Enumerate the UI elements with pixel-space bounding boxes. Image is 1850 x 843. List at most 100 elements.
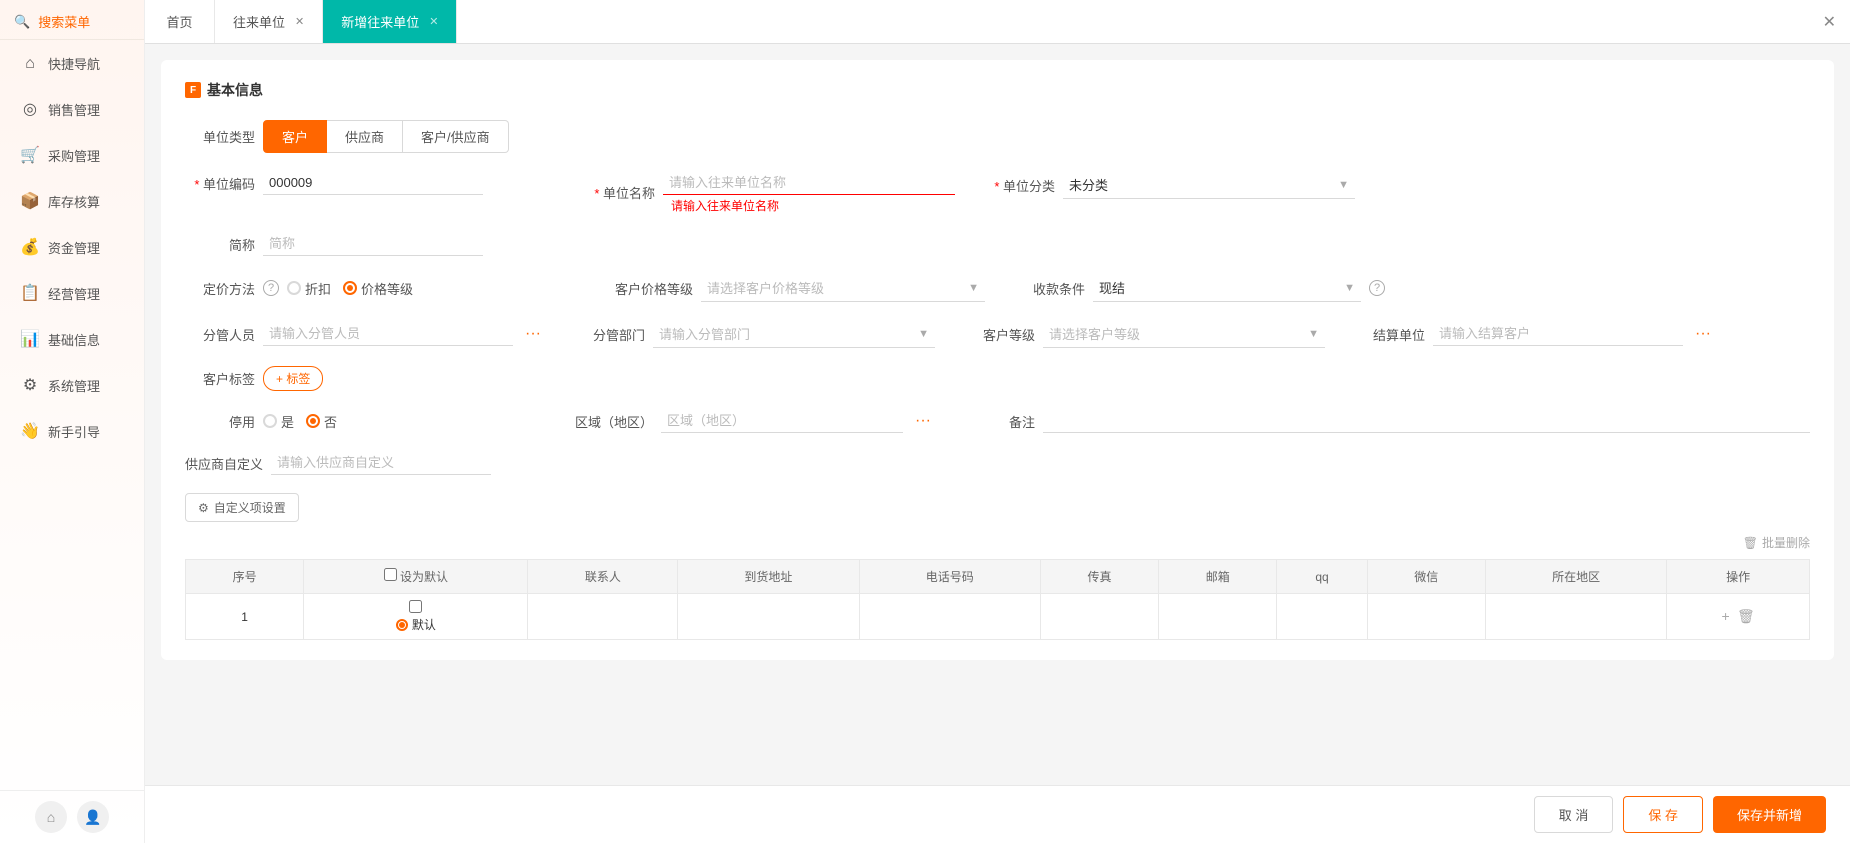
short-name-label: 简称 bbox=[185, 235, 255, 254]
manager-row: 分管人员 ··· 分管部门 请输入分管部门 ▼ 客户等级 请选择客户等级 ▼ bbox=[185, 320, 1810, 348]
sidebar-item-finance[interactable]: 💰资金管理 bbox=[4, 225, 140, 269]
cell-region bbox=[1485, 594, 1666, 640]
col-contact: 联系人 bbox=[528, 560, 678, 594]
unit-name-input[interactable] bbox=[663, 171, 955, 195]
sidebar-item-quick-nav[interactable]: ⌂ 快捷导航 bbox=[4, 42, 140, 85]
sidebar-item-label: 经营管理 bbox=[48, 284, 100, 303]
tab-close-partners[interactable]: ✕ bbox=[295, 15, 304, 28]
disabled-yes[interactable]: 是 bbox=[263, 412, 294, 431]
col-email: 邮箱 bbox=[1159, 560, 1277, 594]
cell-phone bbox=[859, 594, 1040, 640]
settlement-group: 结算单位 ··· bbox=[1355, 322, 1715, 346]
pricing-radio-level[interactable]: 价格等级 bbox=[343, 279, 413, 298]
customer-price-select[interactable]: 请选择客户价格等级 ▼ bbox=[701, 274, 985, 302]
tab-close-new-partner[interactable]: ✕ bbox=[429, 15, 438, 28]
table-row: 1 默认 bbox=[186, 594, 1810, 640]
sidebar-item-sales[interactable]: ◎销售管理 bbox=[4, 87, 140, 131]
col-default: 设为默认 bbox=[304, 560, 528, 594]
sidebar-item-label: 系统管理 bbox=[48, 376, 100, 395]
sidebar-item-label: 库存核算 bbox=[48, 192, 100, 211]
save-button[interactable]: 保 存 bbox=[1623, 796, 1703, 833]
pricing-level-circle bbox=[343, 281, 357, 295]
disabled-yes-label: 是 bbox=[281, 412, 294, 431]
col-wechat: 微信 bbox=[1367, 560, 1485, 594]
col-action: 操作 bbox=[1667, 560, 1810, 594]
payment-terms-value: 现结 bbox=[1099, 278, 1125, 297]
row-checkbox[interactable] bbox=[409, 600, 422, 613]
tag-row: 客户标签 + 标签 bbox=[185, 366, 1810, 391]
sidebar-item-label: 基础信息 bbox=[48, 330, 100, 349]
settings-icon: ⚙ bbox=[198, 501, 209, 515]
remark-input[interactable] bbox=[1043, 409, 1810, 433]
row-add-btn[interactable]: + bbox=[1721, 608, 1729, 624]
sidebar-item-guide[interactable]: 👋新手引导 bbox=[4, 409, 140, 453]
cancel-button[interactable]: 取 消 bbox=[1534, 796, 1614, 833]
cell-action[interactable]: + 🗑 bbox=[1667, 594, 1810, 640]
cell-default[interactable]: 默认 bbox=[304, 594, 528, 640]
manager-input[interactable] bbox=[263, 322, 513, 346]
sidebar-search[interactable]: 🔍 搜索菜单 bbox=[0, 0, 144, 40]
manager-more-btn[interactable]: ··· bbox=[521, 325, 545, 343]
department-arrow: ▼ bbox=[918, 328, 929, 340]
quick-nav-icon: ⌂ bbox=[20, 55, 40, 73]
sidebar-item-operations[interactable]: 📋经营管理 bbox=[4, 271, 140, 315]
unit-category-select[interactable]: 未分类 ▼ bbox=[1063, 171, 1355, 199]
department-label: 分管部门 bbox=[575, 325, 645, 344]
sidebar-item-inventory[interactable]: 📦库存核算 bbox=[4, 179, 140, 223]
settlement-input[interactable] bbox=[1433, 322, 1683, 346]
tag-add-btn[interactable]: + 标签 bbox=[263, 366, 323, 391]
tabbar-close-btn[interactable]: ✕ bbox=[1809, 0, 1850, 43]
custom-settings-btn[interactable]: ⚙ 自定义项设置 bbox=[185, 493, 299, 522]
sidebar-item-basic[interactable]: 📊基础信息 bbox=[4, 317, 140, 361]
sidebar-item-purchase[interactable]: 🛒 采购管理 bbox=[4, 133, 140, 177]
payment-terms-help-icon[interactable]: ? bbox=[1369, 280, 1385, 296]
sidebar-home-icon[interactable]: ⌂ bbox=[35, 801, 67, 833]
customer-price-label: 客户价格等级 bbox=[615, 279, 693, 298]
row-delete-btn[interactable]: 🗑 bbox=[1737, 608, 1755, 624]
select-all-checkbox[interactable] bbox=[384, 568, 397, 581]
region-input[interactable] bbox=[661, 409, 903, 433]
batch-delete-area: 🗑 批量删除 bbox=[185, 534, 1810, 551]
purchase-icon: 🛒 bbox=[20, 145, 40, 165]
sidebar-user-icon[interactable]: 👤 bbox=[77, 801, 109, 833]
sidebar-item-label: 快捷导航 bbox=[48, 54, 100, 73]
pricing-discount-circle bbox=[287, 281, 301, 295]
basic-info-card: F 基本信息 单位类型 客户 供应商 客户/供应商 单位编码 bbox=[161, 60, 1834, 660]
supplier-custom-input[interactable] bbox=[271, 451, 491, 475]
tab-label-home: 首页 bbox=[166, 12, 192, 31]
tab-home[interactable]: 首页 bbox=[145, 0, 215, 43]
payment-terms-select[interactable]: 现结 ▼ bbox=[1093, 274, 1361, 302]
customer-level-select[interactable]: 请选择客户等级 ▼ bbox=[1043, 320, 1325, 348]
tab-new-partner[interactable]: 新增往来单位✕ bbox=[323, 0, 457, 43]
short-name-input[interactable] bbox=[263, 232, 483, 256]
disabled-no[interactable]: 否 bbox=[306, 412, 337, 431]
batch-delete-btn[interactable]: 🗑 批量删除 bbox=[1743, 534, 1810, 551]
region-more-btn[interactable]: ··· bbox=[911, 412, 935, 430]
type-btn-both[interactable]: 客户/供应商 bbox=[403, 120, 509, 153]
disabled-group: 停用 是 否 bbox=[185, 412, 545, 431]
pricing-group: 定价方法 ? 折扣 价格等级 bbox=[185, 279, 585, 298]
sidebar-item-system[interactable]: ⚙系统管理 bbox=[4, 363, 140, 407]
batch-delete-icon: 🗑 bbox=[1743, 536, 1758, 550]
pricing-help-icon[interactable]: ? bbox=[263, 280, 279, 296]
save-new-button[interactable]: 保存并新增 bbox=[1713, 796, 1826, 833]
type-btn-customer[interactable]: 客户 bbox=[263, 120, 327, 153]
short-name-group: 简称 bbox=[185, 232, 555, 256]
unit-type-row: 单位类型 客户 供应商 客户/供应商 bbox=[185, 120, 1810, 153]
tab-partners[interactable]: 往来单位✕ bbox=[215, 0, 323, 43]
department-select[interactable]: 请输入分管部门 ▼ bbox=[653, 320, 935, 348]
supplier-custom-row: 供应商自定义 bbox=[185, 451, 1810, 475]
customer-price-placeholder: 请选择客户价格等级 bbox=[707, 278, 824, 297]
pricing-radio-discount[interactable]: 折扣 bbox=[287, 279, 331, 298]
disabled-no-circle bbox=[306, 414, 320, 428]
unit-type-group: 单位类型 客户 供应商 客户/供应商 bbox=[185, 120, 1810, 153]
search-icon: 🔍 bbox=[14, 14, 30, 30]
region-label: 区域（地区） bbox=[575, 412, 653, 431]
type-btn-supplier[interactable]: 供应商 bbox=[327, 120, 403, 153]
settlement-more-btn[interactable]: ··· bbox=[1691, 325, 1715, 343]
unit-code-input[interactable] bbox=[263, 171, 483, 195]
main-area: 首页 往来单位✕新增往来单位✕ ✕ F 基本信息 单位类型 客户 供应商 客户/供… bbox=[145, 0, 1850, 843]
sidebar-item-label: 采购管理 bbox=[48, 146, 100, 165]
supplier-custom-label: 供应商自定义 bbox=[185, 454, 263, 473]
section-title: F 基本信息 bbox=[185, 80, 1810, 100]
